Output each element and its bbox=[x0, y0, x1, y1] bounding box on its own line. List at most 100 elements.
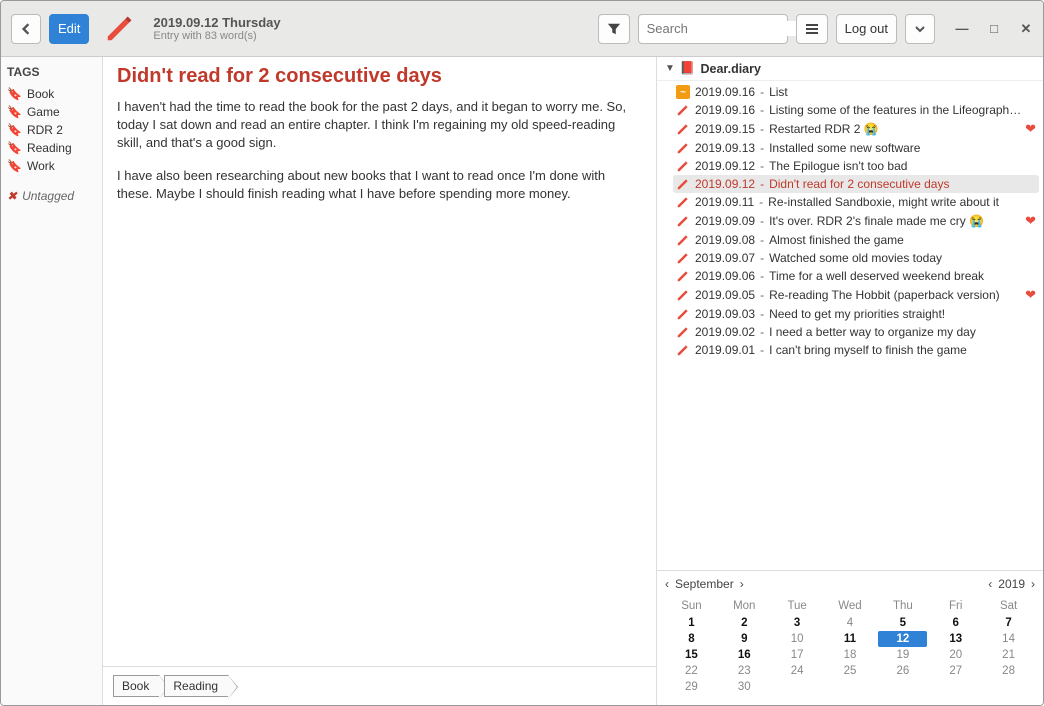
pencil-icon bbox=[676, 141, 690, 155]
calendar-day[interactable]: 5 bbox=[876, 615, 929, 631]
calendar-day[interactable]: 18 bbox=[824, 647, 877, 663]
untagged-item[interactable]: ✖ Untagged bbox=[7, 187, 96, 205]
filter-button[interactable] bbox=[598, 14, 630, 44]
calendar-day[interactable]: 24 bbox=[771, 663, 824, 679]
calendar-day[interactable]: 7 bbox=[982, 615, 1035, 631]
entry-icon-large bbox=[97, 7, 141, 51]
calendar-day[interactable]: 29 bbox=[665, 679, 718, 695]
entry-date: 2019.09.06 bbox=[695, 269, 755, 283]
applied-tags-bar: BookReading bbox=[103, 666, 656, 705]
calendar-day[interactable]: 16 bbox=[718, 647, 771, 663]
entry-row[interactable]: 2019.09.15-Restarted RDR 2 😭❤ bbox=[673, 119, 1039, 139]
entry-title: Re-installed Sandboxie, might write abou… bbox=[768, 195, 1036, 209]
edit-button[interactable]: Edit bbox=[49, 14, 89, 44]
entry-date: 2019.09.01 bbox=[695, 343, 755, 357]
tag-item[interactable]: 🔖Work bbox=[7, 157, 96, 175]
app-window: Edit 2019.09.12 Thursday Entry with 83 w… bbox=[0, 0, 1044, 706]
tag-item[interactable]: 🔖Reading bbox=[7, 139, 96, 157]
entry-row[interactable]: 2019.09.05-Re-reading The Hobbit (paperb… bbox=[673, 285, 1039, 305]
entry-row[interactable]: ~2019.09.16-List bbox=[673, 83, 1039, 101]
calendar-dow: Wed bbox=[824, 597, 877, 615]
calendar-day[interactable]: 23 bbox=[718, 663, 771, 679]
calendar-day[interactable]: 14 bbox=[982, 631, 1035, 647]
entry-date: 2019.09.16 bbox=[695, 103, 755, 117]
calendar-day[interactable]: 6 bbox=[929, 615, 982, 631]
logout-button[interactable]: Log out bbox=[836, 14, 897, 44]
logout-dropdown[interactable] bbox=[905, 14, 935, 44]
menu-button[interactable] bbox=[796, 14, 828, 44]
calendar-dow: Fri bbox=[929, 597, 982, 615]
applied-tag-chip[interactable]: Reading bbox=[164, 675, 229, 697]
calendar-day[interactable]: 20 bbox=[929, 647, 982, 663]
calendar-day[interactable]: 25 bbox=[824, 663, 877, 679]
calendar-day[interactable]: 4 bbox=[824, 615, 877, 631]
calendar-day[interactable]: 8 bbox=[665, 631, 718, 647]
pencil-icon bbox=[676, 325, 690, 339]
entry-title: Didn't read for 2 consecutive days bbox=[769, 177, 1036, 191]
entry-date-title: 2019.09.12 Thursday bbox=[153, 15, 280, 30]
entry-row[interactable]: 2019.09.06-Time for a well deserved week… bbox=[673, 267, 1039, 285]
tag-item[interactable]: 🔖RDR 2 bbox=[7, 121, 96, 139]
entry-row[interactable]: 2019.09.09-It's over. RDR 2's finale mad… bbox=[673, 211, 1039, 231]
entry-row[interactable]: 2019.09.12-The Epilogue isn't too bad bbox=[673, 157, 1039, 175]
calendar-day[interactable]: 30 bbox=[718, 679, 771, 695]
maximize-button[interactable]: □ bbox=[987, 22, 1001, 36]
entry-date: 2019.09.05 bbox=[695, 288, 755, 302]
pencil-icon bbox=[676, 195, 690, 209]
calendar-day[interactable]: 2 bbox=[718, 615, 771, 631]
calendar-day[interactable]: 3 bbox=[771, 615, 824, 631]
applied-tag-chip[interactable]: Book bbox=[113, 675, 160, 697]
calendar-day[interactable]: 21 bbox=[982, 647, 1035, 663]
entry-paragraph: I haven't had the time to read the book … bbox=[117, 98, 642, 153]
month-nav[interactable]: ‹ September › bbox=[665, 577, 744, 591]
calendar-day[interactable]: 10 bbox=[771, 631, 824, 647]
close-button[interactable]: ✕ bbox=[1019, 22, 1033, 36]
entry-row[interactable]: 2019.09.11-Re-installed Sandboxie, might… bbox=[673, 193, 1039, 211]
tag-item[interactable]: 🔖Game bbox=[7, 103, 96, 121]
tag-label: RDR 2 bbox=[27, 123, 63, 137]
calendar-day[interactable]: 26 bbox=[876, 663, 929, 679]
entry-row[interactable]: 2019.09.07-Watched some old movies today bbox=[673, 249, 1039, 267]
entry-title: Installed some new software bbox=[769, 141, 1036, 155]
year-nav[interactable]: ‹ 2019 › bbox=[988, 577, 1035, 591]
calendar-day[interactable]: 13 bbox=[929, 631, 982, 647]
pencil-icon bbox=[676, 159, 690, 173]
calendar-dow: Tue bbox=[771, 597, 824, 615]
next-year-icon[interactable]: › bbox=[1031, 577, 1035, 591]
calendar-day[interactable]: 12 bbox=[878, 631, 927, 647]
calendar-day[interactable]: 19 bbox=[876, 647, 929, 663]
tag-icon: 🔖 bbox=[7, 141, 22, 155]
prev-year-icon[interactable]: ‹ bbox=[988, 577, 992, 591]
calendar-day[interactable]: 17 bbox=[771, 647, 824, 663]
calendar: ‹ September › ‹ 2019 › SunMonTueWedThuFr… bbox=[657, 570, 1043, 705]
back-button[interactable] bbox=[11, 14, 41, 44]
calendar-day[interactable]: 28 bbox=[982, 663, 1035, 679]
calendar-day[interactable]: 11 bbox=[824, 631, 877, 647]
entry-row[interactable]: 2019.09.16-Listing some of the features … bbox=[673, 101, 1039, 119]
entry-list[interactable]: ~2019.09.16-List2019.09.16-Listing some … bbox=[657, 81, 1043, 570]
entry-date: 2019.09.12 bbox=[695, 177, 755, 191]
entry-row[interactable]: 2019.09.02-I need a better way to organi… bbox=[673, 323, 1039, 341]
minimize-button[interactable]: — bbox=[955, 22, 969, 36]
entry-row[interactable]: 2019.09.01-I can't bring myself to finis… bbox=[673, 341, 1039, 359]
prev-month-icon[interactable]: ‹ bbox=[665, 577, 669, 591]
tags-sidebar: TAGS 🔖Book🔖Game🔖RDR 2🔖Reading🔖Work ✖ Unt… bbox=[1, 57, 103, 705]
next-month-icon[interactable]: › bbox=[740, 577, 744, 591]
entry-row[interactable]: 2019.09.08-Almost finished the game bbox=[673, 231, 1039, 249]
entry-row[interactable]: 2019.09.12-Didn't read for 2 consecutive… bbox=[673, 175, 1039, 193]
calendar-day[interactable]: 15 bbox=[665, 647, 718, 663]
pencil-icon bbox=[676, 288, 690, 302]
diary-header[interactable]: ▼ 📕 Dear.diary bbox=[657, 57, 1043, 81]
entries-pane: ▼ 📕 Dear.diary ~2019.09.16-List2019.09.1… bbox=[657, 57, 1043, 705]
entry-row[interactable]: 2019.09.03-Need to get my priorities str… bbox=[673, 305, 1039, 323]
calendar-day[interactable]: 9 bbox=[718, 631, 771, 647]
editor-content[interactable]: Didn't read for 2 consecutive days I hav… bbox=[103, 57, 656, 666]
search-box[interactable] bbox=[638, 14, 788, 44]
entry-row[interactable]: 2019.09.13-Installed some new software bbox=[673, 139, 1039, 157]
tag-item[interactable]: 🔖Book bbox=[7, 85, 96, 103]
calendar-day[interactable]: 22 bbox=[665, 663, 718, 679]
calendar-day[interactable]: 1 bbox=[665, 615, 718, 631]
entry-date: 2019.09.08 bbox=[695, 233, 755, 247]
calendar-day[interactable]: 27 bbox=[929, 663, 982, 679]
pencil-icon bbox=[676, 233, 690, 247]
